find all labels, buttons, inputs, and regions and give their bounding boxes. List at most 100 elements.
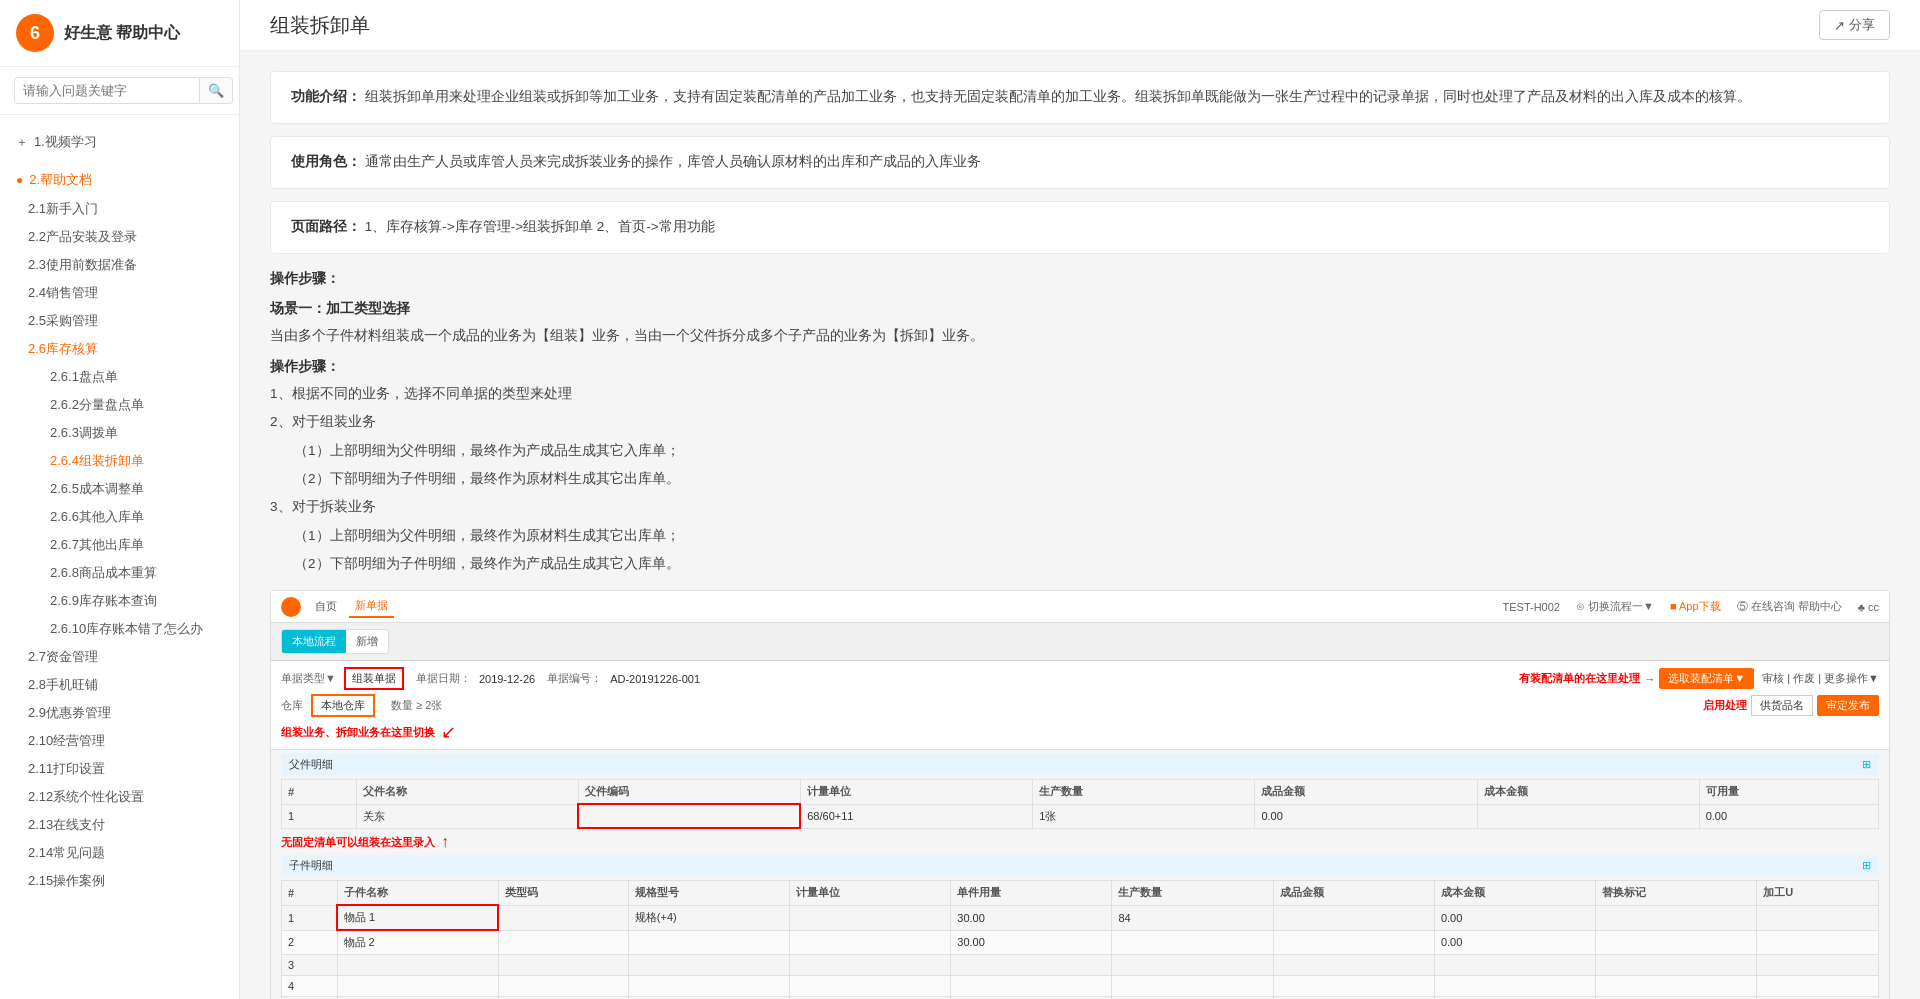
annotation3-text: 启用处理	[1703, 698, 1747, 713]
sidebar-item-finance[interactable]: 2.7资金管理	[28, 643, 239, 671]
step2-1: （1）上部明细为父件明细，最终作为产成品生成其它入库单；	[270, 439, 1890, 463]
sim-lower-row-3: 3	[282, 955, 1879, 976]
role-label: 使用角色：	[291, 154, 361, 169]
sim-topbar: 自页 新单据 TEST-H002 ⊙ 切换流程一▼ ■ App下载 ⑤ 在线咨询…	[271, 591, 1889, 623]
sim-form-row1: 单据类型▼ 组装单据 单据日期： 2019-12-26 单据编号： AD-201…	[281, 667, 1879, 690]
sidebar-item-assembly[interactable]: 2.6.4组装拆卸单	[42, 447, 239, 475]
sim-nav-newdoc[interactable]: 新单据	[349, 595, 394, 618]
sidebar-item-install[interactable]: 2.2产品安装及登录	[28, 223, 239, 251]
sim-window-bar: 本地流程 新增	[271, 623, 1889, 661]
sim-nav: 自页 新单据	[309, 595, 394, 618]
topbar: 组装拆卸单 ↗ 分享	[240, 0, 1920, 51]
sim-tab-bar: 本地流程 新增	[281, 629, 389, 654]
sim-upper-title: 父件明细	[289, 757, 333, 772]
sim-upper-col-qty: 成品金额	[1255, 780, 1477, 805]
sim-annotation-area1: 有装配清单的在这里处理 → 选取装配清单▼ 审核 | 作废 | 更多操作▼	[1519, 668, 1879, 689]
sim-upper-cell-code	[578, 804, 800, 828]
sim-date-label: 单据日期：	[416, 671, 471, 686]
sidebar-item-help-docs[interactable]: ● 2.帮助文档	[0, 165, 239, 195]
step3-1: （1）上部明细为父件明细，最终作为原材料生成其它出库单；	[270, 524, 1890, 548]
sim-teal-btn: ■ App下载	[1670, 599, 1721, 614]
sidebar-item-video-learning[interactable]: ＋ 1.视频学习	[0, 127, 239, 157]
sim-upper-cell-unit: 1张	[1033, 804, 1255, 828]
sidebar-item-inventory-fix[interactable]: 2.6.10库存账本错了怎么办	[42, 615, 239, 643]
sim-more-btns: 审核 | 作废 | 更多操作▼	[1762, 671, 1879, 686]
sim-confirm-btn[interactable]: 审定发布	[1817, 695, 1879, 716]
sidebar-item-other-in[interactable]: 2.6.6其他入库单	[42, 503, 239, 531]
app-name: 好生意 帮助中心	[64, 23, 180, 44]
sim-upper-col-unit: 生产数量	[1033, 780, 1255, 805]
sim-upper-body: 1 关东 68/60+11 1张 0.00 0.00	[282, 804, 1879, 828]
sim-form-area: 单据类型▼ 组装单据 单据日期： 2019-12-26 单据编号： AD-201…	[271, 661, 1889, 750]
share-button[interactable]: ↗ 分享	[1819, 10, 1890, 40]
path-text: 1、库存核算->库存管理->组装拆卸单 2、首页->常用功能	[365, 219, 715, 234]
sidebar-item-ops[interactable]: 2.10经营管理	[28, 727, 239, 755]
sidebar-item-newbie[interactable]: 2.1新手入门	[28, 195, 239, 223]
sim-tab-new[interactable]: 新增	[346, 630, 388, 653]
sim-qty-label: 数量 ≥ 2张	[391, 698, 442, 713]
sidebar-item-cases[interactable]: 2.15操作案例	[28, 867, 239, 895]
sim-logo-icon	[281, 597, 301, 617]
sim-lower-section: 子件明细 ⊞ # 子件名称 类型码 规格型号 计量单位 单件用量	[271, 855, 1889, 999]
sidebar-item-print[interactable]: 2.11打印设置	[28, 755, 239, 783]
sidebar-item-customize[interactable]: 2.12系统个性化设置	[28, 783, 239, 811]
steps-label: 操作步骤：	[270, 358, 1890, 376]
intro-text: 组装拆卸单用来处理企业组装或拆卸等加工业务，支持有固定装配清单的产品加工业务，也…	[365, 89, 1751, 104]
sidebar-item-coupon[interactable]: 2.9优惠券管理	[28, 699, 239, 727]
sidebar-item-purchase[interactable]: 2.5采购管理	[28, 307, 239, 335]
sidebar-item-partial-stocktake[interactable]: 2.6.2分量盘点单	[42, 391, 239, 419]
ops-title: 操作步骤：	[270, 270, 1890, 288]
plus-icon: ＋	[16, 134, 28, 151]
screenshot-container: 自页 新单据 TEST-H002 ⊙ 切换流程一▼ ■ App下载 ⑤ 在线咨询…	[270, 590, 1890, 999]
sim-lower-expand[interactable]: ⊞	[1862, 859, 1871, 872]
sidebar-item-stocktake[interactable]: 2.6.1盘点单	[42, 363, 239, 391]
annotation1-arrow: →	[1644, 673, 1655, 685]
sim-user: ♣ cc	[1858, 601, 1879, 613]
search-input[interactable]	[14, 77, 200, 104]
search-area: 🔍	[0, 67, 239, 115]
sim-app-id: TEST-H002	[1503, 601, 1560, 613]
sidebar-item-cost-recalc[interactable]: 2.6.8商品成本重算	[42, 559, 239, 587]
step3-2: （2）下部明细为子件明细，最终作为产成品生成其它入库单。	[270, 552, 1890, 576]
sim-doctype-select[interactable]: 组装单据	[344, 667, 404, 690]
sim-lower-row-2: 2 物品 2 30.00 0.00	[282, 930, 1879, 955]
sim-enable-btn[interactable]: 供货品名	[1751, 695, 1813, 716]
sim-upper-cell-num: 1	[282, 804, 357, 828]
sidebar-item-inventory-query[interactable]: 2.6.9库存账本查询	[42, 587, 239, 615]
step1: 1、根据不同的业务，选择不同单据的类型来处理	[270, 382, 1890, 406]
sidebar-item-transfer[interactable]: 2.6.3调拨单	[42, 419, 239, 447]
sim-upper-header-row: # 父件名称 父件编码 计量单位 生产数量 成品金额 成本金额 可用量	[282, 780, 1879, 805]
nav-section-2: ● 2.帮助文档 2.1新手入门 2.2产品安装及登录 2.3使用前数据准备 2…	[0, 161, 239, 899]
sim-tab-active[interactable]: 本地流程	[282, 630, 346, 653]
nav-sub-sub-inventory: 2.6.1盘点单 2.6.2分量盘点单 2.6.3调拨单 2.6.4组装拆卸单 …	[28, 363, 239, 643]
sim-upper-cell-name: 关东	[356, 804, 578, 828]
sim-form-row2: 仓库 本地仓库 数量 ≥ 2张 启用处理 供货品名 审定发布	[281, 694, 1879, 717]
annotation4-arrow: ↑	[441, 833, 449, 851]
minus-icon: ●	[16, 173, 23, 187]
logo-area: 6 好生意 帮助中心	[0, 0, 239, 67]
sim-lower-col-per: 单件用量	[951, 881, 1112, 906]
sim-lower-col-replace: 替换标记	[1596, 881, 1757, 906]
sidebar-item-faq[interactable]: 2.14常见问题	[28, 839, 239, 867]
sim-upper-section: 父件明细 ⊞ # 父件名称 父件编码 计量单位 生产数量 成品金额	[271, 750, 1889, 833]
annotation1-text: 有装配清单的在这里处理	[1519, 671, 1640, 686]
sidebar-item-cost-adjust[interactable]: 2.6.5成本调整单	[42, 475, 239, 503]
sim-upper-col-code: 父件编码	[578, 780, 800, 805]
sidebar-item-payment[interactable]: 2.13在线支付	[28, 811, 239, 839]
sidebar-item-mobile[interactable]: 2.8手机旺铺	[28, 671, 239, 699]
nav-sub-2: 2.1新手入门 2.2产品安装及登录 2.3使用前数据准备 2.4销售管理 2.…	[0, 195, 239, 895]
sim-upper-expand[interactable]: ⊞	[1862, 758, 1871, 771]
sim-upper-col-num: #	[282, 780, 357, 805]
step2: 2、对于组装业务	[270, 410, 1890, 434]
sidebar-item-sales[interactable]: 2.4销售管理	[28, 279, 239, 307]
sim-warehouse-select[interactable]: 本地仓库	[311, 694, 375, 717]
sim-upper-cell-cost: 0.00	[1699, 804, 1878, 828]
main-area: 组装拆卸单 ↗ 分享 功能介绍： 组装拆卸单用来处理企业组装或拆卸等加工业务，支…	[240, 0, 1920, 999]
sim-app: 自页 新单据 TEST-H002 ⊙ 切换流程一▼ ■ App下载 ⑤ 在线咨询…	[271, 591, 1889, 999]
sidebar-item-inventory[interactable]: 2.6库存核算	[28, 335, 239, 363]
sidebar-item-other-out[interactable]: 2.6.7其他出库单	[42, 531, 239, 559]
sidebar-item-data-prep[interactable]: 2.3使用前数据准备	[28, 251, 239, 279]
search-button[interactable]: 🔍	[200, 77, 233, 104]
sim-select-bom-btn[interactable]: 选取装配清单▼	[1659, 668, 1754, 689]
sim-nav-home[interactable]: 自页	[309, 596, 343, 617]
